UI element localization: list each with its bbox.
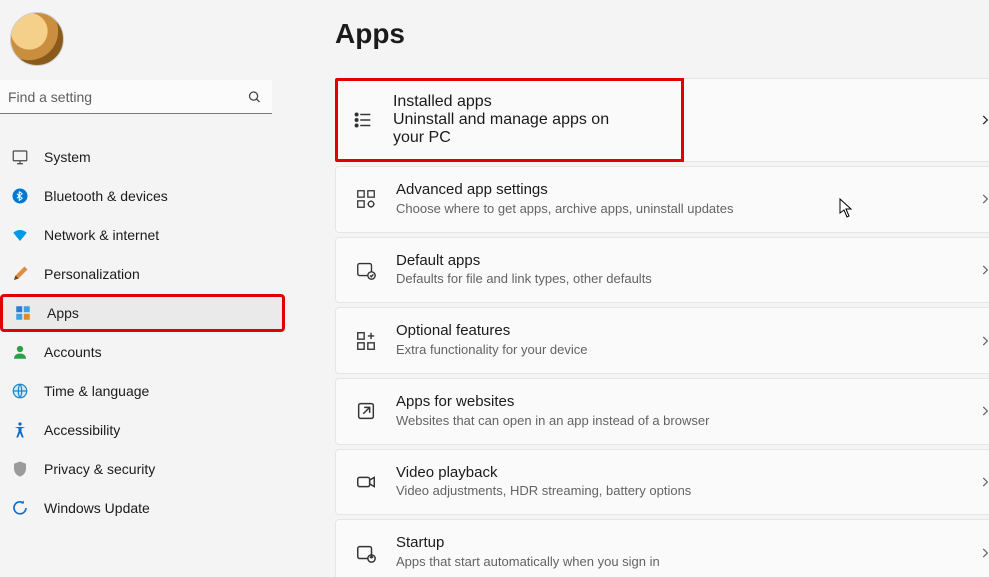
card-desc: Apps that start automatically when you s… xyxy=(396,554,978,571)
sidebar-item-label: Accessibility xyxy=(44,422,277,438)
video-icon xyxy=(352,468,380,496)
card-title: Installed apps xyxy=(393,93,641,111)
chevron-right-icon xyxy=(978,546,989,560)
card-title: Startup xyxy=(396,534,978,553)
card-apps-for-websites[interactable]: Apps for websites Websites that can open… xyxy=(335,378,989,445)
card-desc: Websites that can open in an app instead… xyxy=(396,413,978,430)
card-title: Video playback xyxy=(396,464,978,483)
page-title: Apps xyxy=(335,18,977,50)
sidebar-item-label: Apps xyxy=(47,305,274,321)
user-avatar[interactable] xyxy=(10,12,64,66)
card-installed-apps[interactable]: Installed apps Uninstall and manage apps… xyxy=(335,78,989,162)
card-desc: Video adjustments, HDR streaming, batter… xyxy=(396,483,978,500)
card-title: Apps for websites xyxy=(396,393,978,412)
open-external-icon xyxy=(352,397,380,425)
sidebar-item-accessibility[interactable]: Accessibility xyxy=(0,411,285,449)
sidebar-item-bluetooth[interactable]: Bluetooth & devices xyxy=(0,177,285,215)
card-desc: Extra functionality for your device xyxy=(396,342,978,359)
card-title: Default apps xyxy=(396,252,978,271)
chevron-right-icon xyxy=(978,263,989,277)
sidebar-item-label: Bluetooth & devices xyxy=(44,188,277,204)
sidebar-nav: System Bluetooth & devices Network & int… xyxy=(0,138,285,527)
grid-plus-icon xyxy=(352,327,380,355)
sidebar-item-system[interactable]: System xyxy=(0,138,285,176)
card-video-playback[interactable]: Video playback Video adjustments, HDR st… xyxy=(335,449,989,516)
chevron-right-icon xyxy=(978,192,989,206)
startup-icon xyxy=(352,539,380,567)
search-box[interactable] xyxy=(0,80,272,114)
grid-gear-icon xyxy=(352,185,380,213)
list-icon xyxy=(352,109,377,131)
card-desc: Choose where to get apps, archive apps, … xyxy=(396,201,978,218)
wifi-icon xyxy=(10,225,30,245)
sidebar-item-time-language[interactable]: Time & language xyxy=(0,372,285,410)
update-icon xyxy=(10,498,30,518)
search-icon xyxy=(247,90,262,105)
sidebar-item-label: System xyxy=(44,149,277,165)
card-desc: Defaults for file and link types, other … xyxy=(396,271,978,288)
system-icon xyxy=(10,147,30,167)
accessibility-icon xyxy=(10,420,30,440)
sidebar-item-personalization[interactable]: Personalization xyxy=(0,255,285,293)
card-title: Advanced app settings xyxy=(396,181,978,200)
apps-icon xyxy=(13,303,33,323)
sidebar-item-label: Time & language xyxy=(44,383,277,399)
sidebar-item-label: Personalization xyxy=(44,266,277,282)
sidebar-item-label: Privacy & security xyxy=(44,461,277,477)
sidebar-item-label: Accounts xyxy=(44,344,277,360)
default-apps-icon xyxy=(352,256,380,284)
paintbrush-icon xyxy=(10,264,30,284)
chevron-right-icon xyxy=(978,334,989,348)
chevron-right-icon xyxy=(978,475,989,489)
sidebar-item-accounts[interactable]: Accounts xyxy=(0,333,285,371)
chevron-right-icon xyxy=(978,113,989,127)
card-startup[interactable]: Startup Apps that start automatically wh… xyxy=(335,519,989,577)
sidebar-item-apps[interactable]: Apps xyxy=(0,294,285,332)
shield-icon xyxy=(10,459,30,479)
card-desc: Uninstall and manage apps on your PC xyxy=(393,111,641,147)
person-icon xyxy=(10,342,30,362)
card-default-apps[interactable]: Default apps Defaults for file and link … xyxy=(335,237,989,304)
card-optional-features[interactable]: Optional features Extra functionality fo… xyxy=(335,307,989,374)
bluetooth-icon xyxy=(10,186,30,206)
sidebar-item-network[interactable]: Network & internet xyxy=(0,216,285,254)
sidebar-item-windows-update[interactable]: Windows Update xyxy=(0,489,285,527)
chevron-right-icon xyxy=(978,404,989,418)
search-input[interactable] xyxy=(0,80,272,114)
globe-clock-icon xyxy=(10,381,30,401)
card-title: Optional features xyxy=(396,322,978,341)
sidebar-item-privacy[interactable]: Privacy & security xyxy=(0,450,285,488)
sidebar-item-label: Network & internet xyxy=(44,227,277,243)
sidebar-item-label: Windows Update xyxy=(44,500,277,516)
card-advanced-app-settings[interactable]: Advanced app settings Choose where to ge… xyxy=(335,166,989,233)
